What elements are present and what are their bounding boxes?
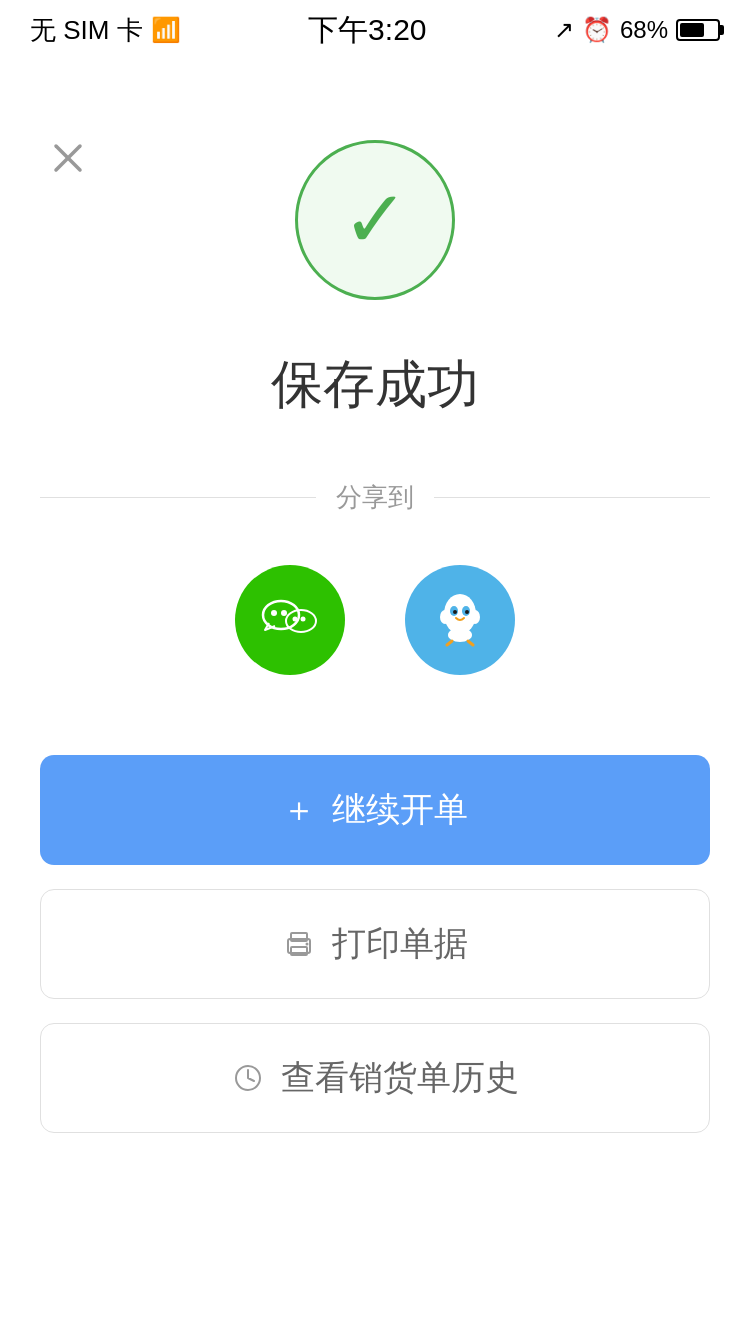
svg-point-4 (271, 610, 277, 616)
checkmark-icon: ✓ (342, 180, 409, 260)
svg-point-14 (440, 610, 450, 624)
svg-point-13 (465, 610, 469, 614)
wifi-icon: 📶 (151, 16, 181, 44)
share-label: 分享到 (316, 480, 434, 515)
history-button[interactable]: 查看销货单历史 (40, 1023, 710, 1133)
success-circle: ✓ (295, 140, 455, 300)
continue-order-label: 继续开单 (332, 787, 468, 833)
svg-point-6 (293, 617, 298, 622)
divider-line-left (40, 497, 316, 498)
close-button[interactable] (40, 130, 96, 186)
share-icons-container (235, 565, 515, 675)
svg-point-15 (470, 610, 480, 624)
continue-order-button[interactable]: ＋ 继续开单 (40, 755, 710, 865)
location-icon: ↗ (554, 16, 574, 44)
svg-point-7 (301, 617, 306, 622)
history-label: 查看销货单历史 (281, 1055, 519, 1101)
success-title: 保存成功 (271, 350, 479, 420)
main-content: ✓ 保存成功 分享到 (0, 60, 750, 1334)
plus-icon: ＋ (282, 787, 316, 833)
print-label: 打印单据 (332, 921, 468, 967)
svg-point-12 (453, 610, 457, 614)
wechat-share-button[interactable] (235, 565, 345, 675)
printer-icon (282, 927, 316, 961)
clock-icon (231, 1061, 265, 1095)
alarm-icon: ⏰ (582, 16, 612, 44)
battery-icon (676, 19, 720, 41)
svg-point-19 (306, 943, 309, 946)
status-time: 下午3:20 (308, 10, 426, 51)
svg-point-5 (281, 610, 287, 616)
carrier-text: 无 SIM 卡 (30, 13, 143, 48)
status-right: ↗ ⏰ 68% (554, 16, 720, 44)
qq-share-button[interactable] (405, 565, 515, 675)
svg-point-3 (286, 610, 316, 632)
print-button[interactable]: 打印单据 (40, 889, 710, 999)
share-divider: 分享到 (0, 480, 750, 515)
status-bar: 无 SIM 卡 📶 下午3:20 ↗ ⏰ 68% (0, 0, 750, 60)
divider-line-right (434, 497, 710, 498)
action-buttons-container: ＋ 继续开单 打印单据 查看销货单历史 (40, 755, 710, 1133)
status-left: 无 SIM 卡 📶 (30, 13, 181, 48)
battery-percent: 68% (620, 16, 668, 44)
